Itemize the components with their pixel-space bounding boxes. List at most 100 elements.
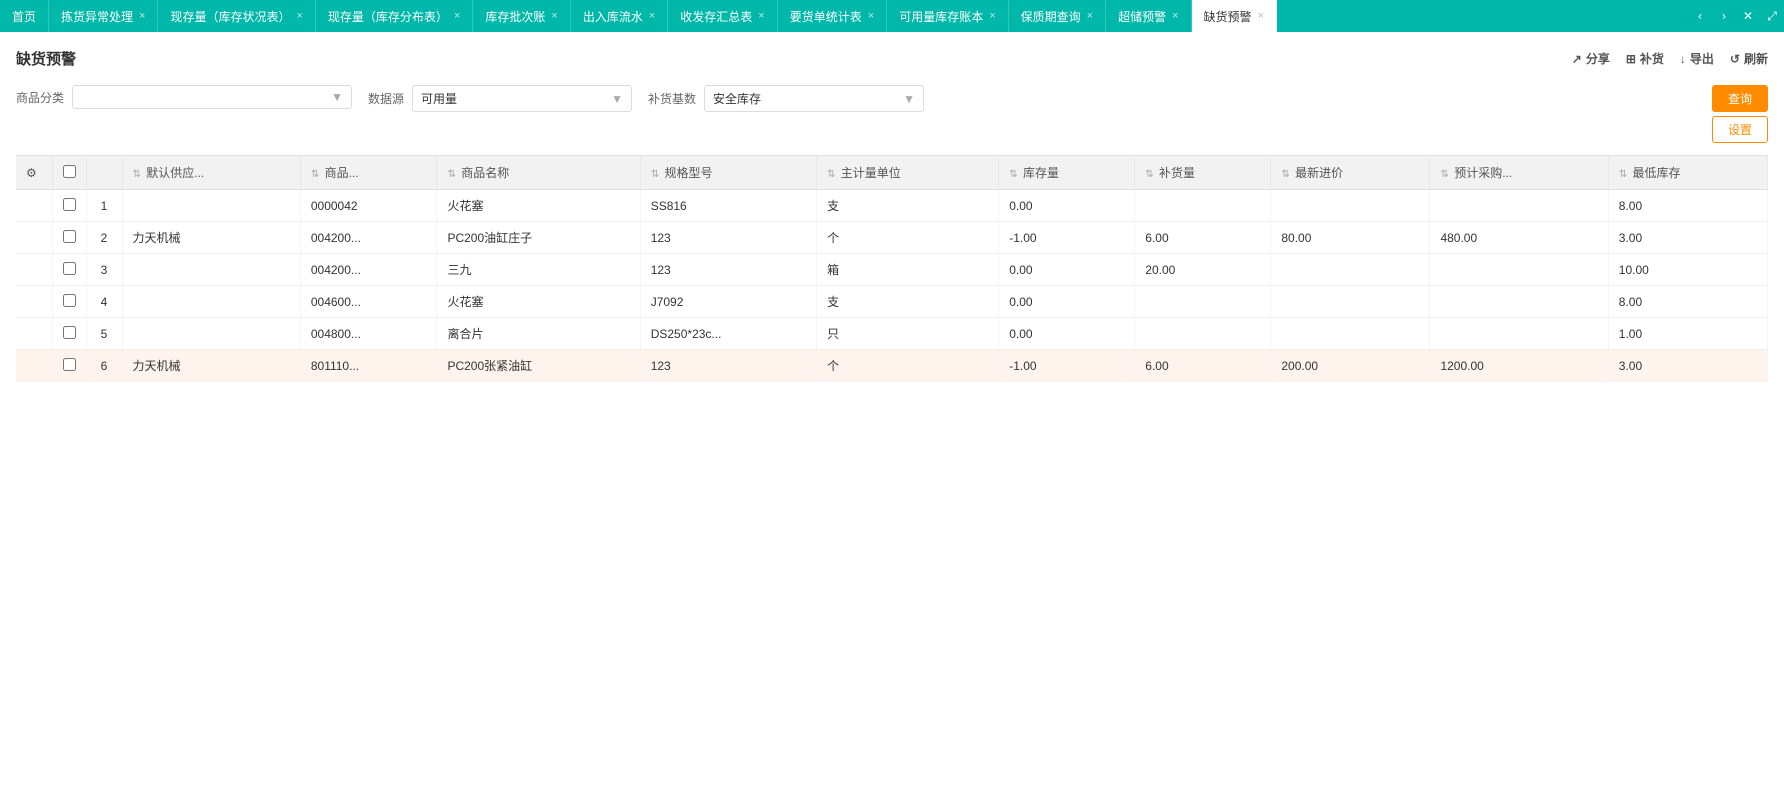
row-checkbox[interactable]	[63, 262, 76, 275]
tab-stock-status[interactable]: 现存量（库存状况表） ×	[158, 0, 315, 32]
tab-shortage-close[interactable]: ×	[1258, 10, 1264, 22]
est-purchase-column-header[interactable]: ⇅ 预计采购...	[1430, 156, 1608, 190]
tab-order-stat-label: 要货单统计表	[790, 8, 862, 25]
select-all-checkbox[interactable]	[63, 165, 76, 178]
row-supplier	[122, 254, 300, 286]
row-stock-qty: 0.00	[999, 190, 1135, 222]
tab-nav-controls: ‹ › ✕ ⤢	[1688, 9, 1784, 24]
replenish-base-select[interactable]: 安全库存 ▼	[704, 85, 924, 112]
table-row: 4 004600... 火花塞 J7092 支 0.00 8.00	[16, 286, 1768, 318]
spec-column-header[interactable]: ⇅ 规格型号	[640, 156, 816, 190]
datasource-filter-group: 数据源 可用量 ▼	[368, 85, 632, 112]
row-checkbox[interactable]	[63, 358, 76, 371]
row-latest-price: 80.00	[1271, 222, 1430, 254]
row-stock-qty: 0.00	[999, 254, 1135, 286]
unit-column-header[interactable]: ⇅ 主计量单位	[817, 156, 999, 190]
settings-button[interactable]: 设置	[1712, 116, 1768, 143]
tab-overstock-close[interactable]: ×	[1172, 10, 1178, 22]
category-select[interactable]: ▼	[72, 85, 352, 109]
row-num: 3	[86, 254, 122, 286]
supplier-sort-icon: ⇅	[133, 169, 141, 180]
goods-code-column-label: 商品...	[325, 166, 359, 180]
tab-home[interactable]: 首页	[0, 0, 49, 32]
datasource-select[interactable]: 可用量 ▼	[412, 85, 632, 112]
row-unit: 箱	[817, 254, 999, 286]
category-select-arrow: ▼	[331, 90, 343, 104]
page-title: 缺货预警	[16, 48, 76, 69]
row-checkbox-cell[interactable]	[52, 286, 86, 318]
row-checkbox-cell[interactable]	[52, 254, 86, 286]
row-goods-name: 火花塞	[437, 286, 640, 318]
replenish-qty-column-label: 补货量	[1159, 166, 1195, 180]
tab-inout-flow-close[interactable]: ×	[649, 10, 655, 22]
tab-stock-dist-close[interactable]: ×	[454, 10, 460, 22]
stock-qty-sort-icon: ⇅	[1009, 169, 1017, 180]
table-row: 6 力天机械 801110... PC200张紧油缸 123 个 -1.00 6…	[16, 350, 1768, 382]
tab-exception-close[interactable]: ×	[139, 10, 145, 22]
row-goods-code: 004600...	[300, 286, 437, 318]
row-checkbox-cell[interactable]	[52, 190, 86, 222]
tab-available-ledger[interactable]: 可用量库存账本 ×	[887, 0, 1008, 32]
replenish-base-filter-group: 补货基数 安全库存 ▼	[648, 85, 924, 112]
row-stock-qty: 0.00	[999, 318, 1135, 350]
tab-stock-dist[interactable]: 现存量（库存分布表） ×	[316, 0, 473, 32]
query-button[interactable]: 查询	[1712, 85, 1768, 112]
checkbox-column-header[interactable]	[52, 156, 86, 190]
tab-shortage[interactable]: 缺货预警 ×	[1192, 0, 1277, 32]
tab-inout-flow[interactable]: 出入库流水 ×	[571, 0, 668, 32]
supplier-column-header[interactable]: ⇅ 默认供应...	[122, 156, 300, 190]
row-checkbox[interactable]	[63, 230, 76, 243]
share-button[interactable]: ↗ 分享	[1572, 50, 1610, 67]
tab-expand-button[interactable]: ⤢	[1760, 9, 1784, 24]
row-min-stock: 3.00	[1608, 350, 1767, 382]
tab-close-all-button[interactable]: ✕	[1736, 9, 1760, 23]
tab-batch-account-label: 库存批次账	[485, 8, 545, 25]
export-button[interactable]: ↓ 导出	[1680, 50, 1714, 67]
tab-prev-button[interactable]: ‹	[1688, 9, 1712, 23]
row-stock-qty: -1.00	[999, 350, 1135, 382]
replenish-qty-column-header[interactable]: ⇅ 补货量	[1135, 156, 1271, 190]
tab-stock-dist-label: 现存量（库存分布表）	[328, 8, 448, 25]
tab-exception[interactable]: 拣货异常处理 ×	[49, 0, 158, 32]
row-min-stock: 8.00	[1608, 286, 1767, 318]
min-stock-sort-icon: ⇅	[1619, 169, 1627, 180]
tab-receive-summary-close[interactable]: ×	[758, 10, 764, 22]
tab-receive-summary[interactable]: 收发存汇总表 ×	[668, 0, 777, 32]
goods-name-column-header[interactable]: ⇅ 商品名称	[437, 156, 640, 190]
est-purchase-column-label: 预计采购...	[1454, 166, 1512, 180]
tab-expiry-query[interactable]: 保质期查询 ×	[1009, 0, 1106, 32]
replenish-base-select-value: 安全库存	[713, 90, 761, 107]
tab-order-stat-close[interactable]: ×	[868, 10, 874, 22]
tab-expiry-query-close[interactable]: ×	[1087, 10, 1093, 22]
row-spec: 123	[640, 222, 816, 254]
min-stock-column-header[interactable]: ⇅ 最低库存	[1608, 156, 1767, 190]
table-row: 2 力天机械 004200... PC200油缸庄子 123 个 -1.00 6…	[16, 222, 1768, 254]
row-checkbox[interactable]	[63, 294, 76, 307]
supplier-column-label: 默认供应...	[146, 166, 204, 180]
tab-stock-status-label: 现存量（库存状况表）	[170, 8, 290, 25]
row-checkbox-cell[interactable]	[52, 318, 86, 350]
row-latest-price	[1271, 286, 1430, 318]
row-checkbox-cell[interactable]	[52, 222, 86, 254]
row-est-purchase	[1430, 318, 1608, 350]
tab-batch-account[interactable]: 库存批次账 ×	[473, 0, 570, 32]
tab-order-stat[interactable]: 要货单统计表 ×	[778, 0, 887, 32]
tab-batch-account-close[interactable]: ×	[551, 10, 557, 22]
gear-column-header[interactable]: ⚙	[16, 156, 52, 190]
tab-stock-status-close[interactable]: ×	[296, 10, 302, 22]
tab-available-ledger-close[interactable]: ×	[989, 10, 995, 22]
row-checkbox[interactable]	[63, 198, 76, 211]
tab-next-button[interactable]: ›	[1712, 9, 1736, 23]
category-filter-group: 商品分类 ▼	[16, 85, 352, 109]
row-min-stock: 10.00	[1608, 254, 1767, 286]
row-replenish-qty	[1135, 286, 1271, 318]
replenish-button[interactable]: ⊞ 补货	[1626, 50, 1664, 67]
refresh-button[interactable]: ↺ 刷新	[1730, 50, 1768, 67]
row-checkbox[interactable]	[63, 326, 76, 339]
latest-price-column-header[interactable]: ⇅ 最新进价	[1271, 156, 1430, 190]
row-checkbox-cell[interactable]	[52, 350, 86, 382]
goods-code-column-header[interactable]: ⇅ 商品...	[300, 156, 437, 190]
stock-qty-column-header[interactable]: ⇅ 库存量	[999, 156, 1135, 190]
tab-overstock[interactable]: 超储预警 ×	[1106, 0, 1191, 32]
table-row: 3 004200... 三九 123 箱 0.00 20.00 10.00	[16, 254, 1768, 286]
